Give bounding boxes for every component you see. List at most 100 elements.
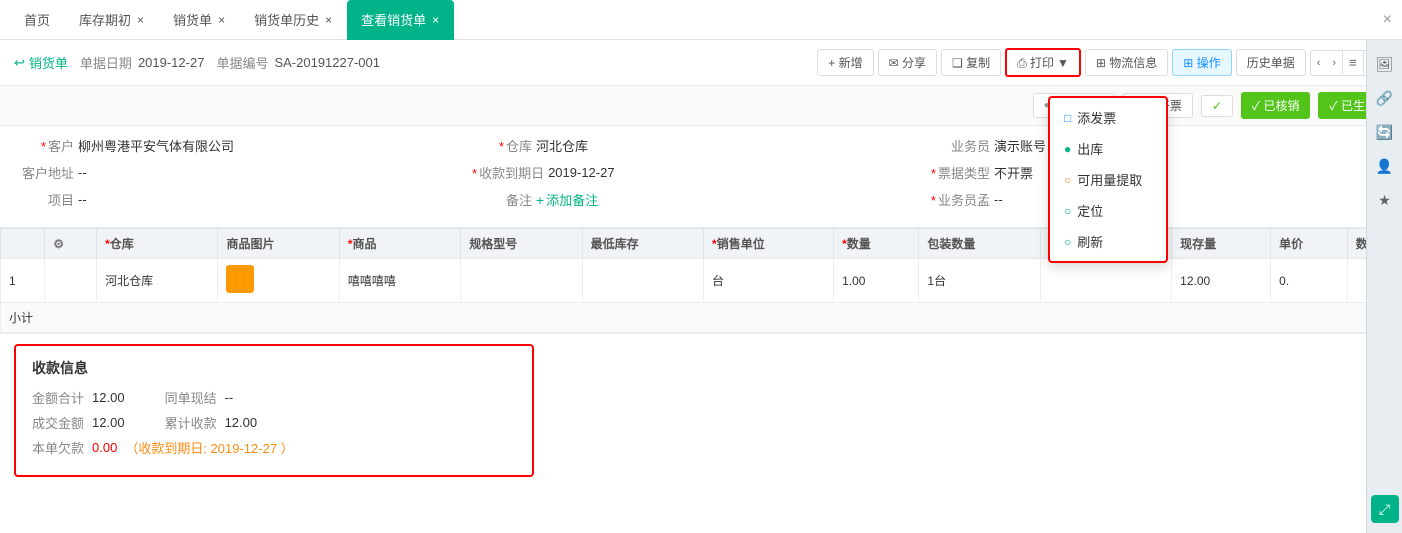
next-button[interactable]: › — [1326, 53, 1342, 73]
td-product: 嘻嘻嘻嘻 — [339, 259, 460, 303]
th-unit: 销售单位 — [704, 229, 834, 259]
history-button[interactable]: 历史单据 — [1236, 49, 1306, 76]
same-order-label: 同单现结 — [165, 388, 217, 407]
transaction-label: 成交金额 — [32, 413, 84, 432]
same-order-value: -- — [225, 390, 234, 405]
payment-info-box: 收款信息 金额合计 12.00 同单现结 -- 成交金额 12.00 累计收款 … — [14, 344, 534, 477]
project-field: 项目 -- — [14, 190, 472, 209]
number-label: 单据编号 — [216, 53, 268, 72]
prev-button[interactable]: ‹ — [1311, 53, 1327, 73]
tab-sales[interactable]: 销货单 × — [159, 0, 240, 40]
td-seq: 1 — [1, 259, 45, 303]
date-value: 2019-12-27 — [138, 55, 205, 70]
panel-expand-icon[interactable]: ⤢ — [1371, 495, 1399, 523]
list-view-button[interactable]: ≡ — [1342, 51, 1363, 74]
form-section: 客户 柳州粤港平安气体有限公司 仓库 河北仓库 业务员 演示账号 客户地址 --… — [0, 126, 1402, 228]
tab-view-sales[interactable]: 查看销货单 × — [347, 0, 454, 40]
panel-link-icon[interactable]: 🔗 — [1371, 84, 1399, 112]
th-warehouse: 仓库 — [97, 229, 218, 259]
panel-sync-icon[interactable]: 🔄 — [1371, 118, 1399, 146]
td-pack-qty: 1台 — [919, 259, 1040, 303]
number-value: SA-20191227-001 — [274, 55, 380, 70]
confirm-button[interactable]: ✓ — [1201, 95, 1233, 117]
note-label: 备注 — [472, 190, 532, 209]
print-button[interactable]: ⎙ 打印 ▼ — [1005, 48, 1081, 77]
table-row: 1 河北仓库 嘻嘻嘻嘻 台 1.00 1台 12.00 0. — [1, 259, 1402, 303]
tab-home[interactable]: 首页 — [10, 0, 65, 40]
subtotal-row: 小计 — [1, 303, 1402, 333]
due-date-field: 收款到期日 2019-12-27 — [472, 163, 930, 182]
th-gear[interactable]: ⚙ — [45, 229, 97, 259]
gear-icon: ⚙ — [53, 237, 64, 251]
td-available — [1040, 259, 1171, 303]
td-min-stock — [582, 259, 703, 303]
debt-field: 本单欠款 0.00 （收款到期日: 2019-12-27 ） — [32, 438, 294, 457]
doc-type: ↩ 销货单 — [14, 53, 68, 72]
th-price: 单价 — [1271, 229, 1348, 259]
doc-date-meta: 单据日期 2019-12-27 — [80, 53, 205, 72]
panel-image-icon[interactable]: 🖼 — [1371, 50, 1399, 78]
tab-sales-history[interactable]: 销货单历史 × — [240, 0, 347, 40]
th-stock: 现存量 — [1172, 229, 1271, 259]
debt-note: （收款到期日: 2019-12-27 ） — [125, 438, 293, 457]
dropdown-refresh[interactable]: ○ 刷新 — [1050, 226, 1166, 257]
business-value: -- — [994, 192, 1003, 207]
caozuo-button[interactable]: ⊞ 操作 — [1172, 49, 1231, 76]
staff-label: 业务员 — [930, 136, 990, 155]
address-field: 客户地址 -- — [14, 163, 472, 182]
th-pack-qty: 包装数量 — [919, 229, 1040, 259]
note-field: 备注 添加备注 — [472, 190, 930, 209]
locate-icon: ○ — [1064, 204, 1071, 218]
payment-row-3: 本单欠款 0.00 （收款到期日: 2019-12-27 ） — [32, 438, 516, 457]
th-qty: 数量 — [834, 229, 919, 259]
doc-actions: + 新增 ✉ 分享 ❑ 复制 ⎙ 打印 ▼ ⊞ 物流信息 ⊞ 操作 历史单据 ‹… — [817, 48, 1388, 77]
debt-label: 本单欠款 — [32, 438, 84, 457]
logistics-button[interactable]: ⊞ 物流信息 — [1085, 49, 1168, 76]
dropdown-available-qty[interactable]: ○ 可用量提取 — [1050, 164, 1166, 195]
dropdown-locate[interactable]: ○ 定位 — [1050, 195, 1166, 226]
available-qty-icon: ○ — [1064, 173, 1071, 187]
td-product-img — [218, 259, 339, 303]
th-product: 商品 — [339, 229, 460, 259]
dropdown-add-invoice[interactable]: □ 添发票 — [1050, 102, 1166, 133]
add-note-button[interactable]: 添加备注 — [536, 190, 598, 209]
doc-type-label-text: 销货单 — [29, 53, 68, 72]
payment-row-1: 金额合计 12.00 同单现结 -- — [32, 388, 516, 407]
form-row-3: 项目 -- 备注 添加备注 业务员孟 -- — [14, 190, 1388, 209]
th-spec: 规格型号 — [461, 229, 582, 259]
doc-number-meta: 单据编号 SA-20191227-001 — [216, 53, 380, 72]
tab-sales-history-close[interactable]: × — [325, 13, 332, 27]
table-header-row: ⚙ 仓库 商品图片 商品 规格型号 最低库存 销售单位 数量 包装数量 可用量 … — [1, 229, 1402, 259]
panel-star-icon[interactable]: ★ — [1371, 186, 1399, 214]
add-invoice-icon: □ — [1064, 111, 1071, 125]
td-spec — [461, 259, 582, 303]
td-warehouse: 河北仓库 — [97, 259, 218, 303]
dropdown-outbound[interactable]: ● 出库 — [1050, 133, 1166, 164]
tab-sales-close[interactable]: × — [218, 13, 225, 27]
amount-label: 金额合计 — [32, 388, 84, 407]
project-value: -- — [78, 192, 87, 207]
sold-button[interactable]: ✓ 已核销 — [1241, 92, 1311, 119]
ticket-type-label: 票据类型 — [930, 163, 990, 182]
share-button[interactable]: ✉ 分享 — [878, 49, 937, 76]
payment-amount-field: 金额合计 12.00 — [32, 388, 125, 407]
warehouse-field: 仓库 河北仓库 — [472, 136, 930, 155]
customer-value: 柳州粤港平安气体有限公司 — [78, 136, 234, 155]
form-row-2: 客户地址 -- 收款到期日 2019-12-27 票据类型 不开票 — [14, 163, 1388, 182]
new-button[interactable]: + 新增 — [817, 49, 873, 76]
date-label: 单据日期 — [80, 53, 132, 72]
copy-button[interactable]: ❑ 复制 — [941, 49, 1001, 76]
tab-inventory-close[interactable]: × — [137, 13, 144, 27]
product-table-wrap: ⚙ 仓库 商品图片 商品 规格型号 最低库存 销售单位 数量 包装数量 可用量 … — [0, 228, 1402, 334]
right-panel: 🖼 🔗 🔄 👤 ★ ⤢ — [1366, 40, 1402, 533]
tab-inventory[interactable]: 库存期初 × — [65, 0, 159, 40]
product-table: ⚙ 仓库 商品图片 商品 规格型号 最低库存 销售单位 数量 包装数量 可用量 … — [0, 228, 1402, 333]
tab-view-sales-close[interactable]: × — [432, 13, 439, 27]
window-close-button[interactable]: × — [1383, 11, 1392, 29]
doc-type-icon: ↩ — [14, 55, 25, 71]
payment-title: 收款信息 — [32, 358, 516, 378]
warehouse-label: 仓库 — [472, 136, 532, 155]
address-label: 客户地址 — [14, 163, 74, 182]
address-value: -- — [78, 165, 87, 180]
panel-user-icon[interactable]: 👤 — [1371, 152, 1399, 180]
